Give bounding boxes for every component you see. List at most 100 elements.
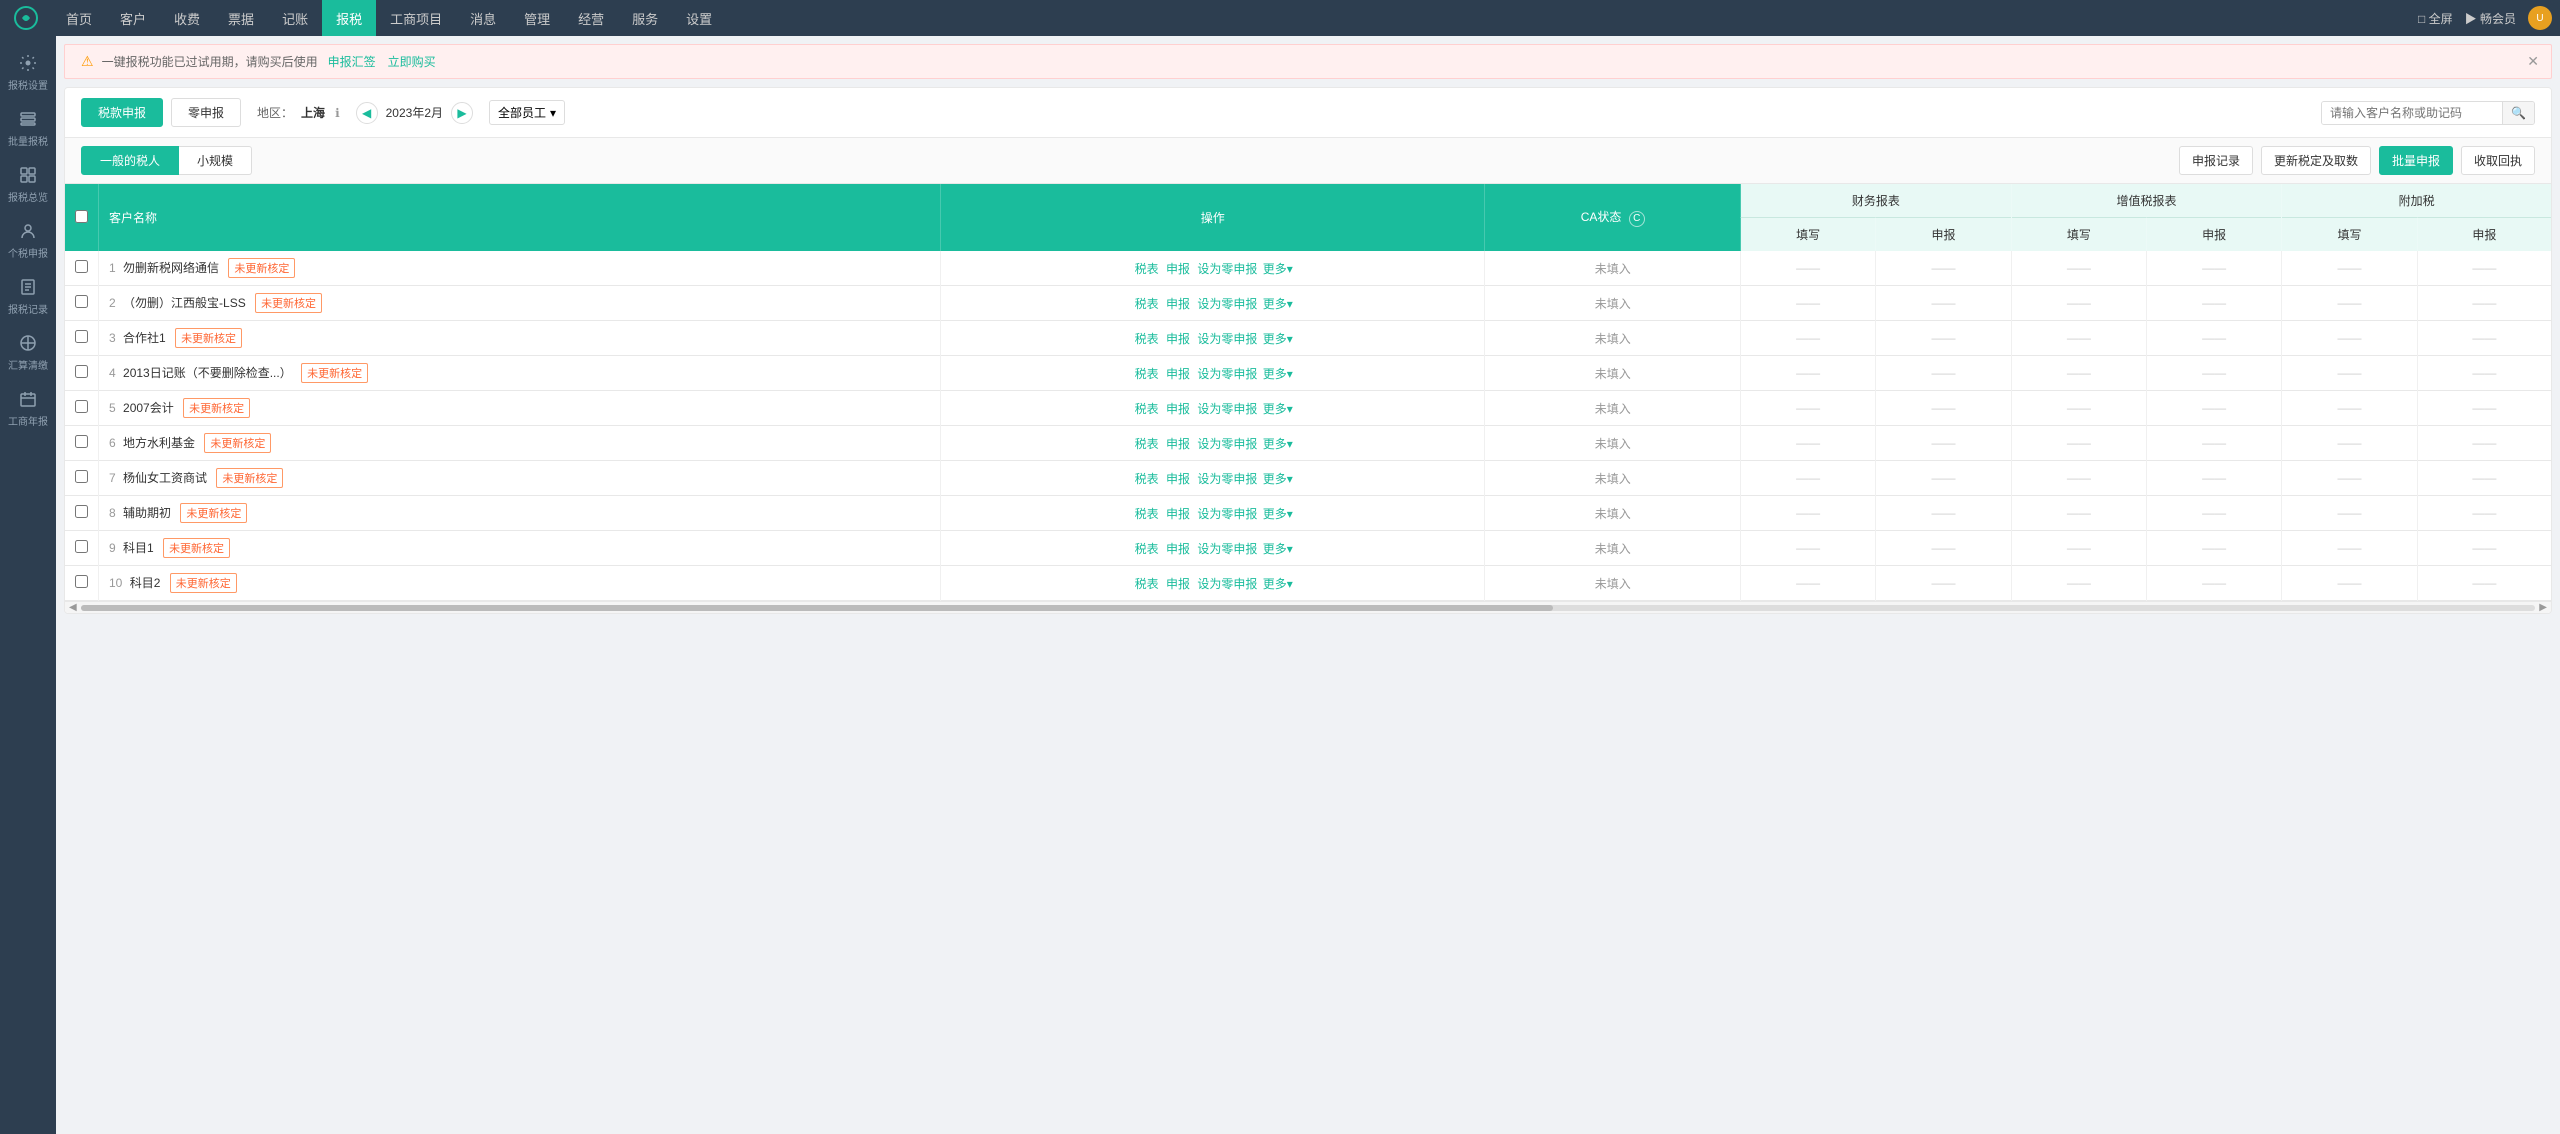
banner-link1[interactable]: 申报汇签: [328, 53, 376, 70]
more-btn[interactable]: 更多▾: [1263, 297, 1293, 311]
date-prev-btn[interactable]: ◀: [356, 102, 378, 124]
row-checkbox[interactable]: [65, 391, 99, 426]
collect-receipt-btn[interactable]: 收取回执: [2461, 146, 2535, 175]
sidebar-item-personal-tax[interactable]: 个税申报: [0, 212, 56, 268]
banner-close[interactable]: ✕: [2527, 53, 2539, 70]
nav-service[interactable]: 服务: [618, 0, 672, 36]
nav-management[interactable]: 管理: [510, 0, 564, 36]
row-checkbox[interactable]: [65, 531, 99, 566]
row-checkbox[interactable]: [65, 286, 99, 321]
batch-declare-btn[interactable]: 批量申报: [2379, 146, 2453, 175]
set-zero-link[interactable]: 设为零申报: [1197, 367, 1257, 381]
fullscreen-btn[interactable]: □ 全屏: [2418, 10, 2453, 27]
set-zero-link[interactable]: 设为零申报: [1197, 507, 1257, 521]
declare-link[interactable]: 申报: [1166, 472, 1190, 486]
update-tax-btn[interactable]: 更新税定及取数: [2261, 146, 2371, 175]
select-all-checkbox[interactable]: [75, 210, 88, 223]
staff-select[interactable]: 全部员工 ▾: [489, 100, 565, 125]
member-btn[interactable]: ▶ 畅会员: [2465, 10, 2516, 27]
scroll-track[interactable]: [81, 605, 2536, 611]
row-taxreturn-fill: ——: [2011, 251, 2146, 286]
more-btn[interactable]: 更多▾: [1263, 367, 1293, 381]
nav-home[interactable]: 首页: [52, 0, 106, 36]
sidebar-item-annual[interactable]: 工商年报: [0, 380, 56, 436]
nav-tax[interactable]: 报税: [322, 0, 376, 36]
top-nav: 首页 客户 收费 票据 记账 报税 工商项目 消息 管理 经营 服务 设置 □ …: [0, 0, 2560, 36]
set-zero-link[interactable]: 设为零申报: [1197, 472, 1257, 486]
more-btn[interactable]: 更多▾: [1263, 332, 1293, 346]
row-checkbox[interactable]: [65, 356, 99, 391]
tax-table-link[interactable]: 税表: [1135, 507, 1159, 521]
region-info-icon[interactable]: ℹ: [335, 106, 340, 120]
tax-table-link[interactable]: 税表: [1135, 437, 1159, 451]
nav-settings[interactable]: 设置: [672, 0, 726, 36]
more-btn[interactable]: 更多▾: [1263, 437, 1293, 451]
sidebar-label-overview: 报税总览: [8, 189, 48, 204]
tax-table-link[interactable]: 税表: [1135, 577, 1159, 591]
search-input[interactable]: [2322, 102, 2502, 124]
declare-link[interactable]: 申报: [1166, 402, 1190, 416]
set-zero-link[interactable]: 设为零申报: [1197, 437, 1257, 451]
nav-operation[interactable]: 经营: [564, 0, 618, 36]
tab-zero-declare[interactable]: 零申报: [171, 98, 241, 127]
table-wrap: 客户名称 操作 CA状态 C 财务报表 增值税报表 附加税 填写: [65, 184, 2551, 601]
sidebar-item-tax-record[interactable]: 报税记录: [0, 268, 56, 324]
tax-table-link[interactable]: 税表: [1135, 367, 1159, 381]
nav-bookkeeping[interactable]: 记账: [268, 0, 322, 36]
more-btn[interactable]: 更多▾: [1263, 472, 1293, 486]
declare-link[interactable]: 申报: [1166, 542, 1190, 556]
banner-link2[interactable]: 立即购买: [388, 53, 436, 70]
row-checkbox[interactable]: [65, 321, 99, 356]
declare-link[interactable]: 申报: [1166, 577, 1190, 591]
set-zero-link[interactable]: 设为零申报: [1197, 297, 1257, 311]
set-zero-link[interactable]: 设为零申报: [1197, 577, 1257, 591]
more-btn[interactable]: 更多▾: [1263, 262, 1293, 276]
scroll-left-arrow[interactable]: ◀: [69, 602, 77, 613]
date-next-btn[interactable]: ▶: [451, 102, 473, 124]
sidebar-item-tax-settings[interactable]: 报税设置: [0, 44, 56, 100]
nav-message[interactable]: 消息: [456, 0, 510, 36]
sidebar-item-settle[interactable]: 汇算清缴: [0, 324, 56, 380]
sidebar-item-batch-tax[interactable]: 批量报税: [0, 100, 56, 156]
row-checkbox[interactable]: [65, 426, 99, 461]
tax-table-link[interactable]: 税表: [1135, 402, 1159, 416]
tax-table-link[interactable]: 税表: [1135, 297, 1159, 311]
avatar[interactable]: U: [2528, 6, 2552, 30]
tax-table-link[interactable]: 税表: [1135, 472, 1159, 486]
declare-link[interactable]: 申报: [1166, 332, 1190, 346]
more-btn[interactable]: 更多▾: [1263, 542, 1293, 556]
more-btn[interactable]: 更多▾: [1263, 577, 1293, 591]
sidebar-item-overview[interactable]: 报税总览: [0, 156, 56, 212]
nav-billing[interactable]: 收费: [160, 0, 214, 36]
set-zero-link[interactable]: 设为零申报: [1197, 402, 1257, 416]
declare-link[interactable]: 申报: [1166, 297, 1190, 311]
scroll-right-arrow[interactable]: ▶: [2539, 602, 2547, 613]
table-row: 4 2013日记账（不要删除检查...） 未更新核定 税表 申报 设为零申报 更…: [65, 356, 2551, 391]
tax-table-link[interactable]: 税表: [1135, 262, 1159, 276]
th-name: 客户名称: [99, 184, 941, 251]
set-zero-link[interactable]: 设为零申报: [1197, 332, 1257, 346]
declare-link[interactable]: 申报: [1166, 262, 1190, 276]
row-checkbox[interactable]: [65, 251, 99, 286]
more-btn[interactable]: 更多▾: [1263, 507, 1293, 521]
nav-invoice[interactable]: 票据: [214, 0, 268, 36]
row-checkbox[interactable]: [65, 496, 99, 531]
nav-business[interactable]: 工商项目: [376, 0, 456, 36]
sub-tab-small[interactable]: 小规模: [179, 146, 252, 175]
declare-link[interactable]: 申报: [1166, 367, 1190, 381]
row-checkbox[interactable]: [65, 461, 99, 496]
tax-table-link[interactable]: 税表: [1135, 542, 1159, 556]
declare-link[interactable]: 申报: [1166, 507, 1190, 521]
set-zero-link[interactable]: 设为零申报: [1197, 262, 1257, 276]
more-btn[interactable]: 更多▾: [1263, 402, 1293, 416]
row-taxreturn-fill: ——: [2011, 391, 2146, 426]
search-button[interactable]: 🔍: [2502, 102, 2534, 124]
row-checkbox[interactable]: [65, 566, 99, 601]
sub-tab-general[interactable]: 一般的税人: [81, 146, 179, 175]
declare-record-btn[interactable]: 申报记录: [2179, 146, 2253, 175]
nav-customer[interactable]: 客户: [106, 0, 160, 36]
set-zero-link[interactable]: 设为零申报: [1197, 542, 1257, 556]
declare-link[interactable]: 申报: [1166, 437, 1190, 451]
tax-table-link[interactable]: 税表: [1135, 332, 1159, 346]
tab-tax-declare[interactable]: 税款申报: [81, 98, 163, 127]
